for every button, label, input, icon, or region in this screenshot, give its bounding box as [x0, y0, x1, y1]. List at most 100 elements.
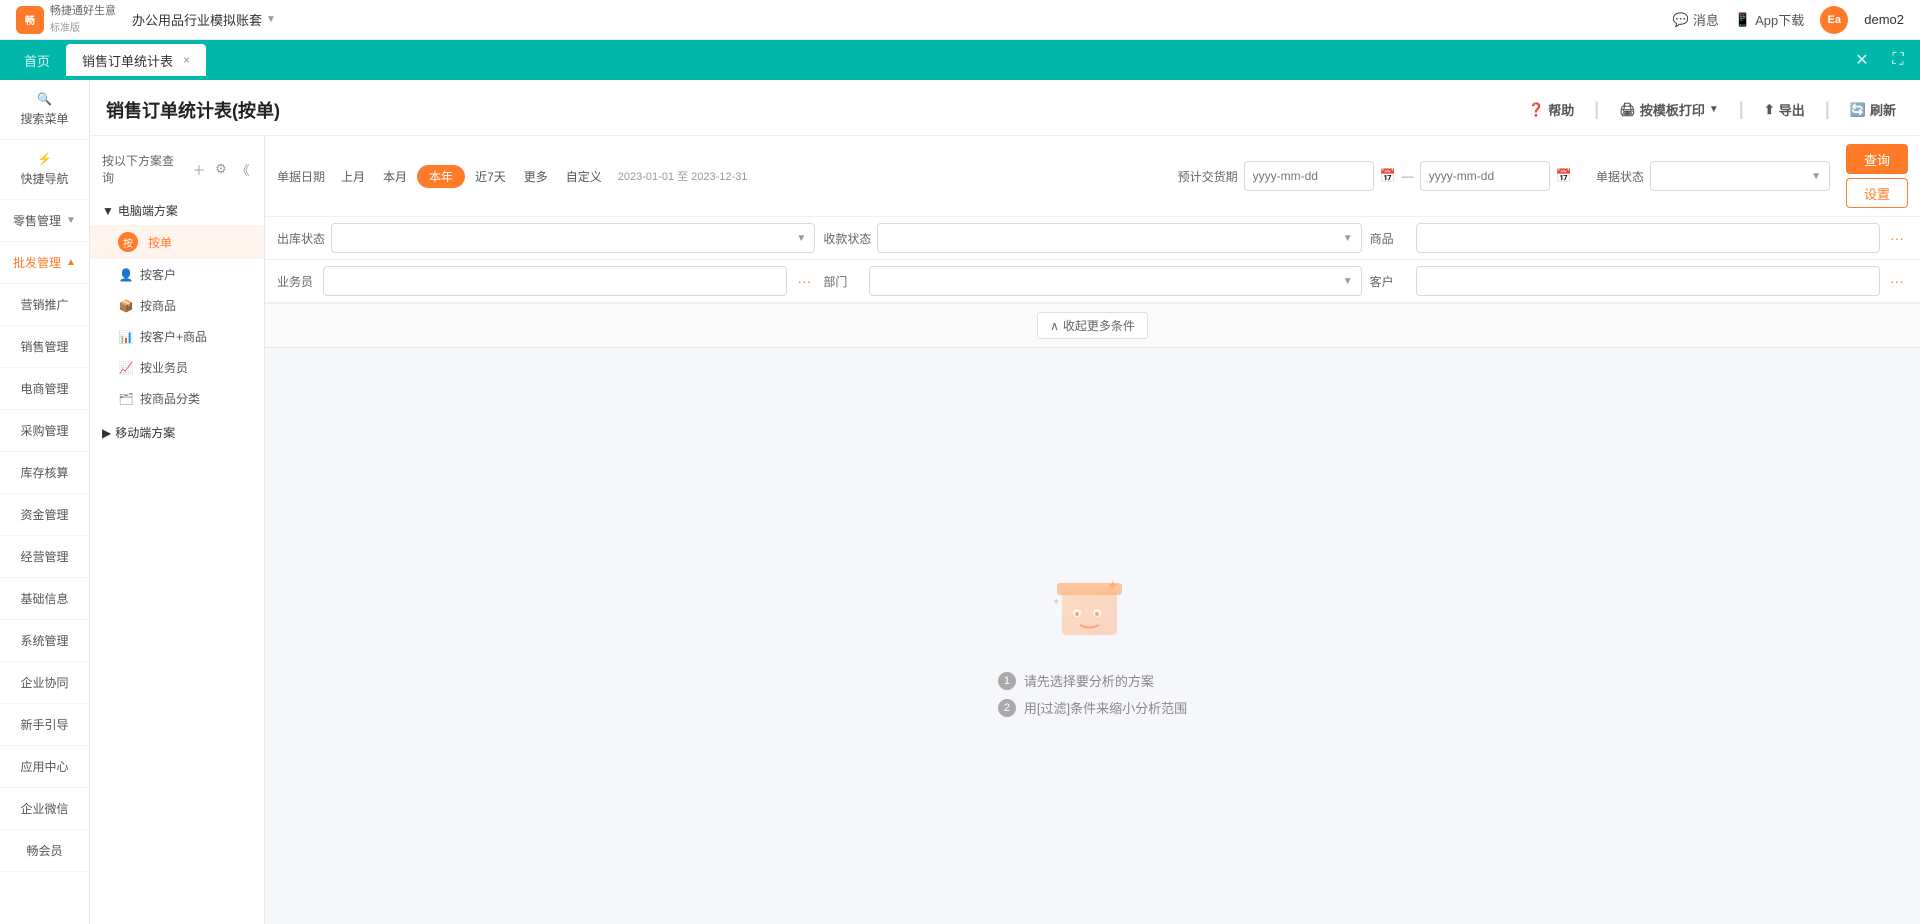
user-initials: Ea [1828, 14, 1841, 26]
sidebar-item-appcenter[interactable]: 应用中心 [0, 746, 89, 788]
sidebar-item-inventory[interactable]: 库存核算 [0, 452, 89, 494]
expected-date-start-input[interactable] [1244, 161, 1374, 191]
salesman-dots-button[interactable]: ··· [793, 271, 815, 291]
basic-label: 基础信息 [20, 590, 68, 607]
calendar-end-icon[interactable]: 📅 [1556, 168, 1572, 184]
receipt-status-select[interactable]: ▼ [877, 223, 1361, 253]
scheme-item-salesman[interactable]: 📈 按业务员 [90, 352, 264, 383]
this-year-btn[interactable]: 本年 [417, 165, 465, 188]
scheme-panel-header: 按以下方案查询 ＋ ⚙ 《 [90, 146, 264, 192]
expected-date-end-input[interactable] [1420, 161, 1550, 191]
collapse-icon: ∧ [1050, 319, 1059, 333]
chevron-down-icon: ▼ [266, 14, 276, 25]
refresh-icon: 🔄 [1850, 102, 1866, 118]
out-status-label: 出库状态 [277, 230, 325, 247]
tab-fullscreen-button[interactable]: ⛶ [1884, 46, 1912, 74]
scheme-item-order[interactable]: 按 按单 [90, 225, 264, 259]
sidebar-item-basic[interactable]: 基础信息 [0, 578, 89, 620]
workspace-selector[interactable]: 办公用品行业模拟账套 ▼ [124, 6, 284, 33]
avatar[interactable]: Ea [1820, 6, 1848, 34]
customer-input[interactable] [1416, 266, 1880, 296]
refresh-button[interactable]: 🔄 刷新 [1842, 96, 1904, 123]
scheme-item-category[interactable]: 🗂 按商品分类 [90, 383, 264, 414]
sidebar-item-finance[interactable]: 资金管理 [0, 494, 89, 536]
scheme-item-product[interactable]: 📦 按商品 [90, 290, 264, 321]
sidebar-item-wholesale[interactable]: 批发管理 ▲ [0, 242, 89, 284]
dept-chevron-icon: ▼ [1343, 276, 1353, 287]
sidebar-search-label: 搜索菜单 [20, 110, 68, 127]
empty-tip-2: 2 用[过滤]条件来缩小分析范围 [998, 698, 1187, 717]
last-month-btn[interactable]: 上月 [333, 165, 373, 188]
date-range-display: 2023-01-01 至 2023-12-31 [618, 168, 748, 184]
tab-close-icon[interactable]: × [183, 53, 190, 67]
add-scheme-button[interactable]: ＋ [190, 160, 208, 178]
status-select[interactable]: ▼ [1650, 161, 1830, 191]
custom-date-btn[interactable]: 自定义 [558, 165, 610, 188]
user-name[interactable]: demo2 [1864, 12, 1904, 27]
scheme-item-product-label: 按商品 [140, 297, 176, 314]
top-bar: 畅 畅捷通好生意 标准版 办公用品行业模拟账套 ▼ 💬 消息 📱 App下载 E… [0, 0, 1920, 40]
settings-button[interactable]: 设置 [1846, 178, 1908, 208]
sidebar-item-marketing[interactable]: 营销推广 [0, 284, 89, 326]
customer-dots-button[interactable]: ··· [1886, 271, 1908, 291]
tab-close-window-button[interactable]: ✕ [1848, 46, 1876, 74]
sidebar-item-purchase[interactable]: 采购管理 [0, 410, 89, 452]
marketing-label: 营销推广 [20, 296, 68, 313]
message-button[interactable]: 💬 消息 [1673, 10, 1719, 29]
this-month-btn[interactable]: 本月 [375, 165, 415, 188]
scheme-item-category-label: 按商品分类 [140, 390, 200, 407]
salesman-input[interactable] [323, 266, 787, 296]
app-download-button[interactable]: 📱 App下载 [1735, 10, 1804, 29]
dept-select[interactable]: ▼ [869, 266, 1361, 296]
workspace-name: 办公用品行业模拟账套 [132, 10, 262, 29]
scheme-item-cust-prod[interactable]: 📊 按客户+商品 [90, 321, 264, 352]
sidebar-item-quick[interactable]: ⚡ 快捷导航 [0, 140, 89, 200]
collapse-button[interactable]: ∧ 收起更多条件 [1037, 312, 1148, 339]
template-print-button[interactable]: 🖨 按模板打印 ▼ [1611, 96, 1726, 123]
sidebar-item-enterprise[interactable]: 企业协同 [0, 662, 89, 704]
content-body: ✦ ✦ 1 请先选择要分析的方案 2 用[过滤]条件来缩小分析范围 [265, 348, 1920, 924]
scheme-group-mobile-title[interactable]: ▶ 移动端方案 [90, 418, 264, 447]
message-icon: 💬 [1673, 12, 1689, 28]
export-icon: ⬆ [1764, 102, 1775, 118]
tab-home[interactable]: 首页 [8, 44, 66, 76]
help-button[interactable]: ❓ 帮助 [1520, 96, 1582, 123]
sidebar-item-newguide[interactable]: 新手引导 [0, 704, 89, 746]
settings-scheme-button[interactable]: ⚙ [212, 160, 230, 178]
query-button[interactable]: 查询 [1846, 144, 1908, 174]
expected-date-label: 预计交货期 [1178, 168, 1238, 185]
empty-tip-2-text: 用[过滤]条件来缩小分析范围 [1024, 698, 1187, 717]
empty-tip-1-text: 请先选择要分析的方案 [1024, 671, 1154, 690]
scheme-panel-actions: ＋ ⚙ 《 [190, 160, 252, 178]
sidebar-item-sales[interactable]: 销售管理 [0, 326, 89, 368]
receipt-status-cell: 收款状态 ▼ [823, 223, 1361, 253]
help-icon: ❓ [1528, 102, 1544, 118]
receipt-status-label: 收款状态 [823, 230, 871, 247]
operation-label: 经营管理 [20, 548, 68, 565]
dept-cell: 部门 ▼ [823, 266, 1361, 296]
scheme-item-customer[interactable]: 👤 按客户 [90, 259, 264, 290]
sidebar-item-operation[interactable]: 经营管理 [0, 536, 89, 578]
top-bar-left: 畅 畅捷通好生意 标准版 办公用品行业模拟账套 ▼ [16, 5, 284, 33]
calendar-start-icon[interactable]: 📅 [1380, 168, 1396, 184]
sidebar-item-system[interactable]: 系统管理 [0, 620, 89, 662]
goods-input[interactable] [1416, 223, 1880, 253]
sidebar-item-ecommerce[interactable]: 电商管理 [0, 368, 89, 410]
sidebar-item-wechat[interactable]: 企业微信 [0, 788, 89, 830]
customer-label: 客户 [1370, 273, 1410, 290]
svg-text:✦: ✦ [1107, 577, 1119, 593]
sidebar-item-member[interactable]: 畅会员 [0, 830, 89, 872]
active-scheme-indicator: 按 [118, 232, 138, 252]
scheme-group-desktop-title[interactable]: ▼ 电脑端方案 [90, 196, 264, 225]
goods-dots-button[interactable]: ··· [1886, 228, 1908, 248]
logo-sub: 标准版 [50, 19, 116, 34]
divider3: | [1825, 99, 1830, 120]
sidebar-item-retail[interactable]: 零售管理 ▼ [0, 200, 89, 242]
more-date-btn[interactable]: 更多 [516, 165, 556, 188]
export-button[interactable]: ⬆ 导出 [1756, 96, 1813, 123]
last-7-days-btn[interactable]: 近7天 [467, 165, 514, 188]
out-status-select[interactable]: ▼ [331, 223, 815, 253]
collapse-scheme-button[interactable]: 《 [234, 160, 252, 178]
sidebar-item-search[interactable]: 🔍 搜索菜单 [0, 80, 89, 140]
tab-sales-order[interactable]: 销售订单统计表 × [66, 44, 206, 76]
